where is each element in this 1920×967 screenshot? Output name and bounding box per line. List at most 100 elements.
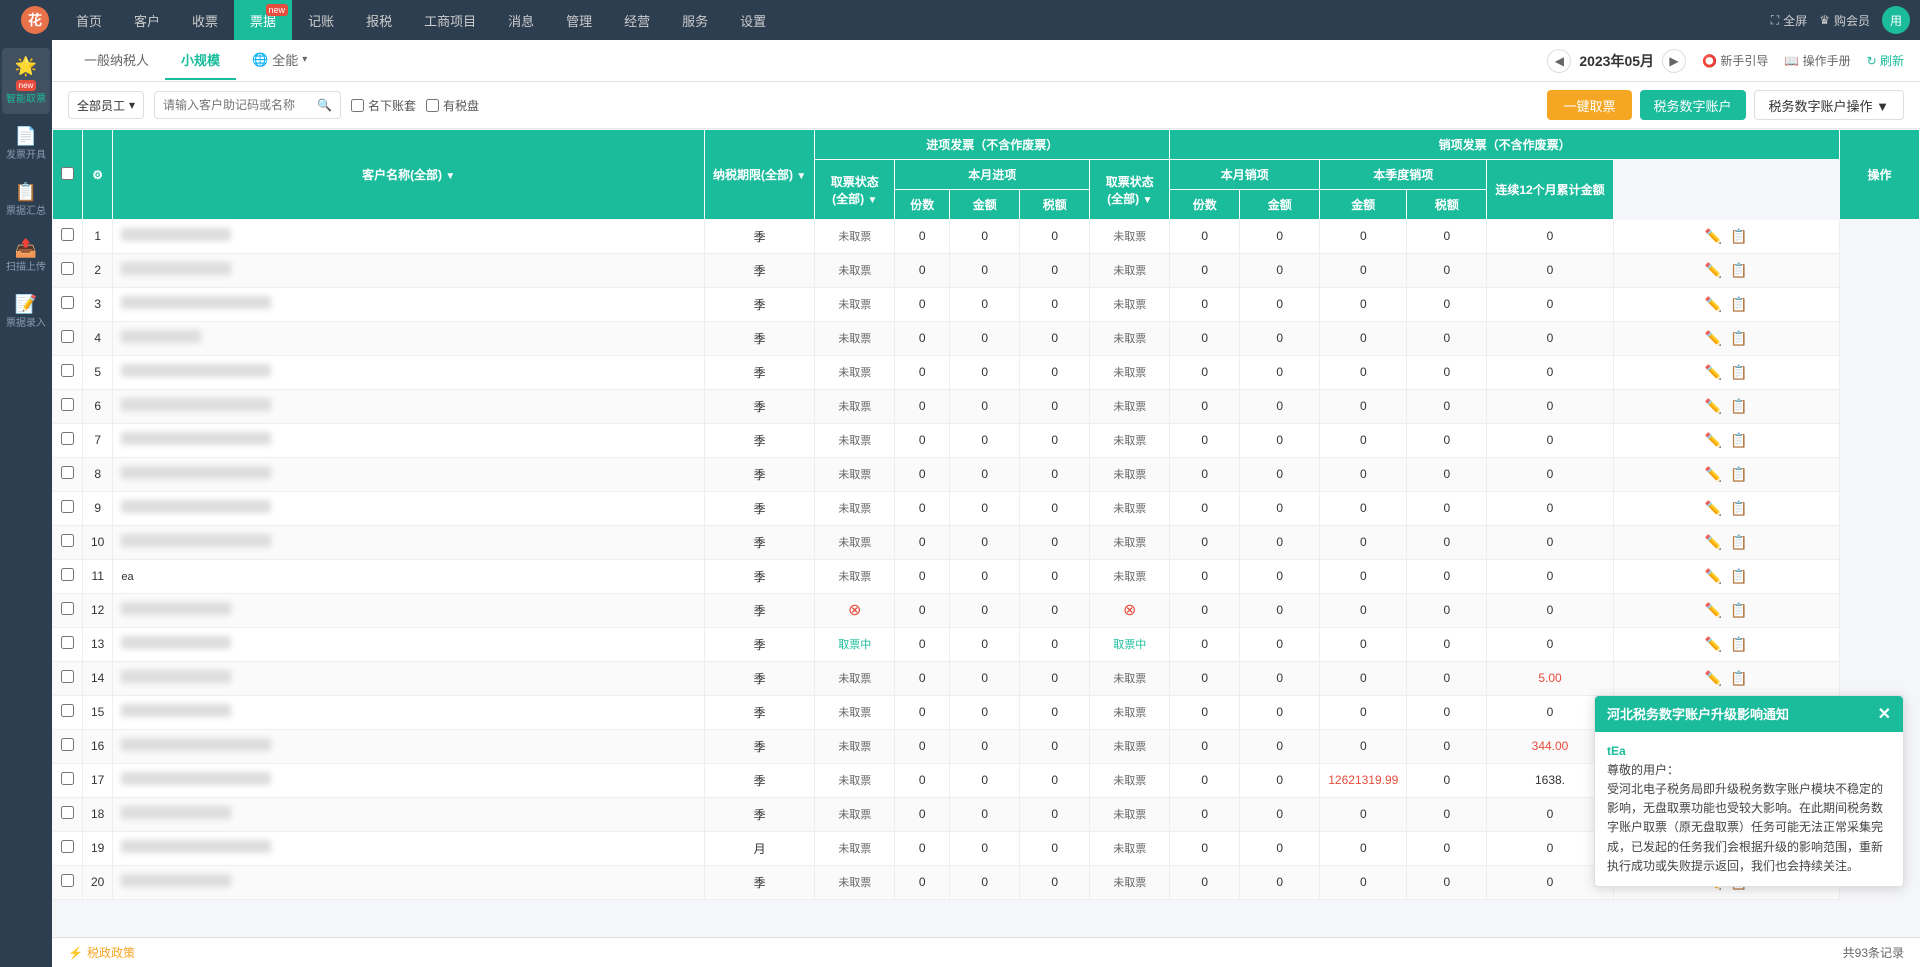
nav-operation[interactable]: 经营: [608, 0, 666, 40]
tab-small-scale[interactable]: 小规模: [165, 42, 236, 80]
ledger-checkbox-label[interactable]: 名下账套: [351, 97, 416, 114]
row-edit-btn[interactable]: ✏️: [1703, 260, 1724, 281]
row-edit-btn[interactable]: ✏️: [1703, 532, 1724, 553]
row-checkbox[interactable]: [61, 364, 74, 377]
row-checkbox[interactable]: [61, 670, 74, 683]
ledger-checkbox[interactable]: [351, 99, 364, 112]
row-copy-btn[interactable]: 📋: [1728, 668, 1749, 689]
fullscreen-btn[interactable]: ⛶ 全屏: [1771, 12, 1807, 29]
nav-settings[interactable]: 设置: [724, 0, 782, 40]
tax-account-ops-btn[interactable]: 税务数字账户操作 ▼: [1754, 90, 1904, 120]
row-checkbox[interactable]: [61, 568, 74, 581]
row-copy-btn[interactable]: 📋: [1728, 464, 1749, 485]
row-operations: ✏️ 📋: [1613, 355, 1839, 389]
tax-account-btn[interactable]: 税务数字账户: [1640, 90, 1746, 120]
cumulative-value: 0: [1547, 297, 1554, 311]
tax-disk-checkbox-label[interactable]: 有税盘: [426, 97, 479, 114]
row-checkbox[interactable]: [61, 534, 74, 547]
manual-link[interactable]: 📖 操作手册: [1784, 52, 1850, 69]
cumulative-value: 1638.: [1535, 773, 1565, 787]
row-edit-btn[interactable]: ✏️: [1703, 430, 1724, 451]
row-copy-btn[interactable]: 📋: [1728, 362, 1749, 383]
row-copy-btn[interactable]: 📋: [1728, 396, 1749, 417]
sidebar-item-scan[interactable]: 📤 扫描上传: [2, 230, 50, 282]
row-checkbox[interactable]: [61, 228, 74, 241]
row-copy-btn[interactable]: 📋: [1728, 600, 1749, 621]
select-all-checkbox[interactable]: [61, 167, 74, 180]
row-edit-btn[interactable]: ✏️: [1703, 294, 1724, 315]
row-edit-btn[interactable]: ✏️: [1703, 668, 1724, 689]
new-guide-link[interactable]: ⭕ 新手引导: [1702, 52, 1768, 69]
row-copy-btn[interactable]: 📋: [1728, 430, 1749, 451]
row-checkbox[interactable]: [61, 296, 74, 309]
search-input[interactable]: [163, 98, 313, 112]
sidebar-item-smart-fetch[interactable]: 🌟 new 智能取票: [2, 48, 50, 114]
nav-client[interactable]: 客户: [118, 0, 176, 40]
tax-policy-link[interactable]: ⚡ 税政政策: [68, 944, 135, 961]
row-checkbox[interactable]: [61, 704, 74, 717]
fetch-status-sales: 未取票: [1113, 775, 1146, 787]
refresh-btn[interactable]: ↻ 刷新: [1867, 52, 1904, 69]
row-checkbox[interactable]: [61, 738, 74, 751]
row-checkbox[interactable]: [61, 636, 74, 649]
row-fetch-status-sales: 未取票: [1090, 321, 1170, 355]
row-copy-btn[interactable]: 📋: [1728, 328, 1749, 349]
row-checkbox[interactable]: [61, 602, 74, 615]
nav-tax[interactable]: 报税: [350, 0, 408, 40]
nav-business[interactable]: 工商项目: [408, 0, 492, 40]
row-copy-btn[interactable]: 📋: [1728, 532, 1749, 553]
employee-select[interactable]: 全部员工 ▾: [68, 91, 144, 119]
row-copy-btn[interactable]: 📋: [1728, 498, 1749, 519]
search-icon[interactable]: 🔍: [317, 98, 332, 112]
sidebar-item-open-invoice[interactable]: 📄 发票开具: [2, 118, 50, 170]
row-copy-btn[interactable]: 📋: [1728, 634, 1749, 655]
row-edit-btn[interactable]: ✏️: [1703, 566, 1724, 587]
nav-receive[interactable]: 收票: [176, 0, 234, 40]
row-checkbox[interactable]: [61, 806, 74, 819]
nav-home[interactable]: 首页: [60, 0, 118, 40]
row-quarterly-tax: 0: [1407, 525, 1487, 559]
row-checkbox[interactable]: [61, 262, 74, 275]
row-edit-btn[interactable]: ✏️: [1703, 634, 1724, 655]
row-checkbox[interactable]: [61, 500, 74, 513]
nav-manage[interactable]: 管理: [550, 0, 608, 40]
sidebar-item-record[interactable]: 📝 票据录入: [2, 286, 50, 338]
row-edit-btn[interactable]: ✏️: [1703, 226, 1724, 247]
row-copy-btn[interactable]: 📋: [1728, 260, 1749, 281]
sidebar-item-summary[interactable]: 📋 票据汇总: [2, 174, 50, 226]
notification-close-btn[interactable]: ✕: [1878, 704, 1891, 724]
row-checkbox[interactable]: [61, 840, 74, 853]
one-key-fetch-btn[interactable]: 一键取票: [1547, 90, 1631, 120]
row-sales-count: 0: [1170, 423, 1240, 457]
row-edit-btn[interactable]: ✏️: [1703, 498, 1724, 519]
row-checkbox[interactable]: [61, 432, 74, 445]
tab-general-taxpayer[interactable]: 一般纳税人: [68, 42, 165, 80]
row-checkbox[interactable]: [61, 874, 74, 887]
row-edit-btn[interactable]: ✏️: [1703, 362, 1724, 383]
row-edit-btn[interactable]: ✏️: [1703, 464, 1724, 485]
row-checkbox[interactable]: [61, 330, 74, 343]
nav-invoice[interactable]: 票据new: [234, 0, 292, 40]
nav-bookkeeping[interactable]: 记账: [292, 0, 350, 40]
nav-message[interactable]: 消息: [492, 0, 550, 40]
prev-month-btn[interactable]: ◀: [1547, 49, 1571, 73]
user-avatar[interactable]: 用: [1882, 6, 1910, 34]
th-fetch-status-sales: 取票状态(全部) ▼: [1090, 160, 1170, 220]
row-copy-btn[interactable]: 📋: [1728, 226, 1749, 247]
tab-all-capable[interactable]: 🌐 全能 ▾: [236, 42, 323, 80]
tax-disk-checkbox[interactable]: [426, 99, 439, 112]
row-edit-btn[interactable]: ✏️: [1703, 328, 1724, 349]
row-checkbox[interactable]: [61, 772, 74, 785]
row-checkbox[interactable]: [61, 466, 74, 479]
notification-title: 河北税务数字账户升级影响通知: [1607, 704, 1789, 723]
next-month-btn[interactable]: ▶: [1662, 49, 1686, 73]
smart-fetch-icon: 🌟: [15, 56, 37, 77]
nav-service[interactable]: 服务: [666, 0, 724, 40]
row-checkbox[interactable]: [61, 398, 74, 411]
row-copy-btn[interactable]: 📋: [1728, 294, 1749, 315]
row-copy-btn[interactable]: 📋: [1728, 566, 1749, 587]
row-edit-btn[interactable]: ✏️: [1703, 600, 1724, 621]
vip-btn[interactable]: ♛ 购会员: [1819, 12, 1870, 29]
row-edit-btn[interactable]: ✏️: [1703, 396, 1724, 417]
row-checkbox-cell: [53, 220, 83, 254]
